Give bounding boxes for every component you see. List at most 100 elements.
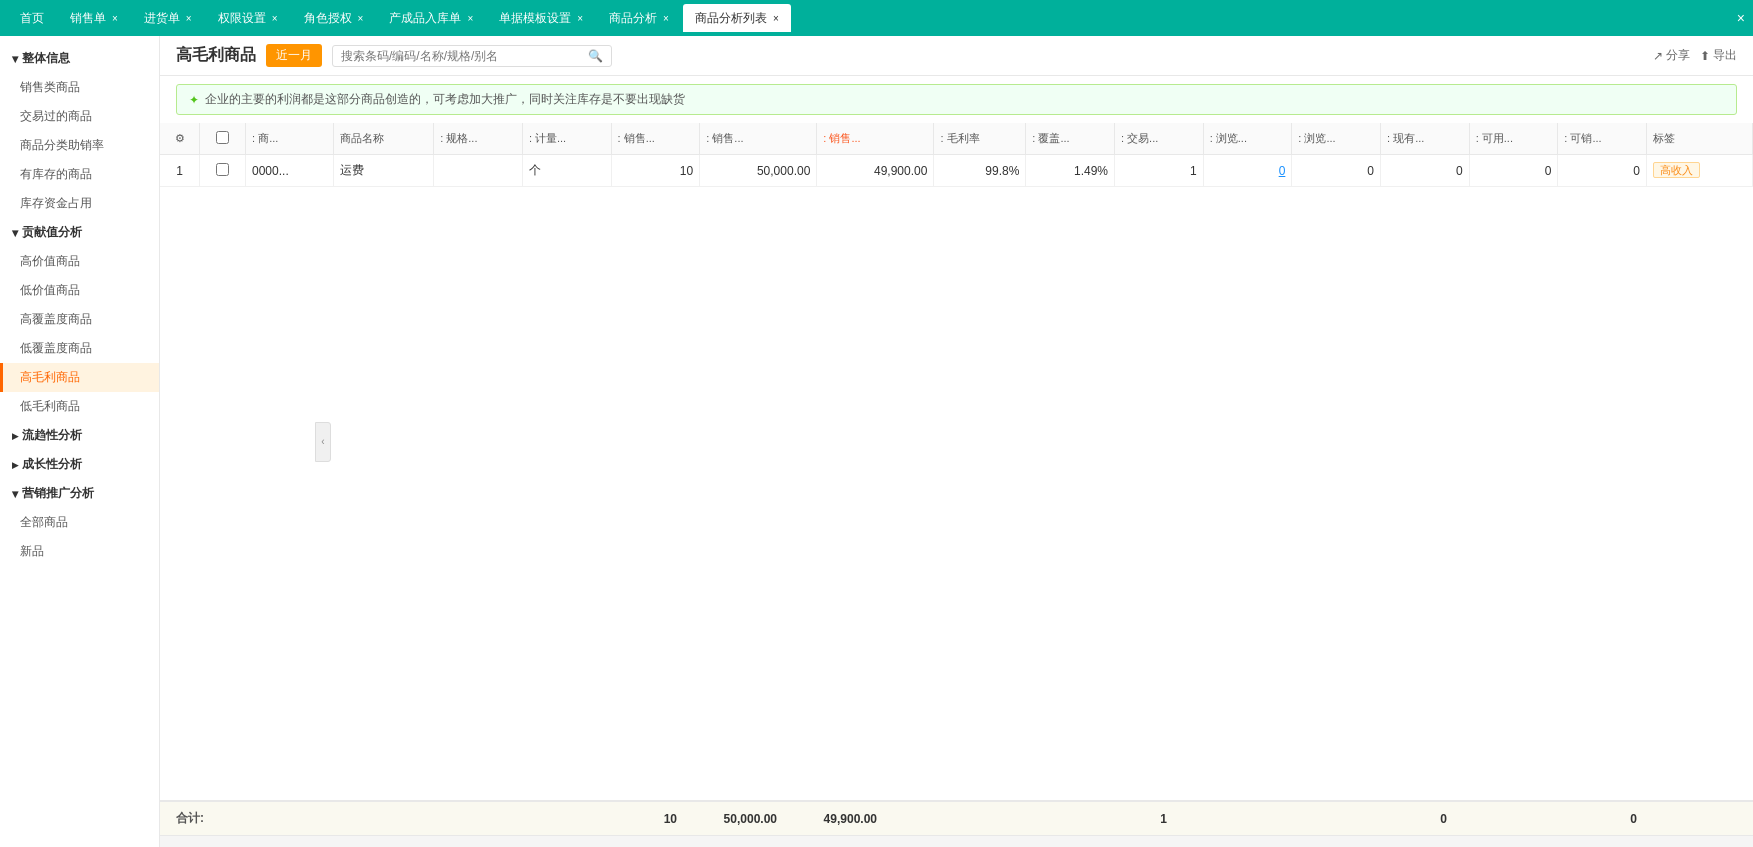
col-sales-amount: : 销售... (700, 123, 817, 155)
tab-finished-goods[interactable]: 产成品入库单 × (377, 4, 485, 32)
share-icon: ↗ (1653, 49, 1663, 63)
close-tab-finished[interactable]: × (467, 13, 473, 24)
cell-browse1[interactable]: 0 (1203, 155, 1292, 187)
top-navigation: 首页 销售单 × 进货单 × 权限设置 × 角色授权 × 产成品入库单 × 单据… (0, 0, 1753, 36)
period-button[interactable]: 近一月 (266, 44, 322, 67)
cell-available2: 0 (1469, 155, 1558, 187)
cell-browse2: 0 (1292, 155, 1381, 187)
footer-sales-amount: 50,000.00 (697, 812, 777, 826)
col-browse2: : 浏览... (1292, 123, 1381, 155)
col-settings[interactable]: ⚙ (160, 123, 200, 155)
tab-permission-settings[interactable]: 权限设置 × (206, 4, 290, 32)
close-tab-template[interactable]: × (577, 13, 583, 24)
col-browse1: : 浏览... (1203, 123, 1292, 155)
close-tab-analysis[interactable]: × (663, 13, 669, 24)
page-title: 高毛利商品 (176, 45, 256, 66)
sidebar-collapse-button[interactable]: ‹ (315, 422, 331, 462)
search-box: 🔍 (332, 45, 612, 67)
cell-name: 运费 (333, 155, 434, 187)
sidebar-item-in-stock[interactable]: 有库存的商品 (0, 160, 159, 189)
close-all-button[interactable]: × (1737, 10, 1745, 26)
cell-sales-profit: 49,900.00 (817, 155, 934, 187)
info-icon: ✦ (189, 93, 199, 107)
tab-sales-order[interactable]: 销售单 × (58, 4, 130, 32)
col-gross-rate: : 毛利率 (934, 123, 1026, 155)
footer-sales-profit: 49,900.00 (797, 812, 877, 826)
select-all-checkbox[interactable] (216, 131, 229, 144)
sidebar-item-low-value[interactable]: 低价值商品 (0, 276, 159, 305)
horizontal-scrollbar[interactable] (160, 835, 1753, 847)
main-layout: ▾ 整体信息 销售类商品 交易过的商品 商品分类助销率 有库存的商品 库存资金占… (0, 36, 1753, 847)
col-available1: : 现有... (1381, 123, 1470, 155)
tab-analysis-list[interactable]: 商品分析列表 × (683, 4, 791, 32)
tab-template-settings[interactable]: 单据模板设置 × (487, 4, 595, 32)
sidebar-item-low-margin[interactable]: 低毛利商品 (0, 392, 159, 421)
sidebar-item-high-coverage[interactable]: 高覆盖度商品 (0, 305, 159, 334)
close-tab-analysis-list[interactable]: × (773, 13, 779, 24)
col-coverage: : 覆盖... (1026, 123, 1115, 155)
tab-product-analysis[interactable]: 商品分析 × (597, 4, 681, 32)
sidebar-group-growth[interactable]: ▸ 成长性分析 (0, 450, 159, 479)
footer-available1: 0 (1367, 812, 1447, 826)
tab-home[interactable]: 首页 (8, 4, 56, 32)
cell-spec (434, 155, 523, 187)
col-code: : 商... (246, 123, 334, 155)
sidebar-group-trend[interactable]: ▸ 流趋性分析 (0, 421, 159, 450)
col-unit: : 计量... (522, 123, 611, 155)
sidebar-group-contribution[interactable]: ▾ 贡献值分析 (0, 218, 159, 247)
col-sales-qty: : 销售... (611, 123, 700, 155)
footer-sales-qty: 10 (597, 812, 677, 826)
col-available2: : 可用... (1469, 123, 1558, 155)
sidebar-item-high-margin[interactable]: 高毛利商品 (0, 363, 159, 392)
cell-sales-qty: 10 (611, 155, 700, 187)
cell-gross-rate: 99.8% (934, 155, 1026, 187)
chevron-right-icon-2: ▸ (12, 458, 18, 472)
col-tag: 标签 (1647, 123, 1753, 155)
sidebar-item-high-value[interactable]: 高价值商品 (0, 247, 159, 276)
close-tab-purchase[interactable]: × (186, 13, 192, 24)
col-sellable: : 可销... (1558, 123, 1647, 155)
sidebar-item-stock-capital[interactable]: 库存资金占用 (0, 189, 159, 218)
row-checkbox[interactable] (216, 163, 229, 176)
col-name: 商品名称 (333, 123, 434, 155)
table-header-row: ⚙ : 商... 商品名称 : 规格... : 计量... : 销售... : … (160, 123, 1753, 155)
chevron-down-icon-3: ▾ (12, 487, 18, 501)
sidebar-group-marketing[interactable]: ▾ 营销推广分析 (0, 479, 159, 508)
tab-purchase-order[interactable]: 进货单 × (132, 4, 204, 32)
sidebar-item-sales-products[interactable]: 销售类商品 (0, 73, 159, 102)
info-text: 企业的主要的利润都是这部分商品创造的，可考虑加大推广，同时关注库存是不要出现缺货 (205, 91, 685, 108)
sidebar-item-all-products[interactable]: 全部商品 (0, 508, 159, 537)
close-tab-sales[interactable]: × (112, 13, 118, 24)
sidebar-item-category-assist[interactable]: 商品分类助销率 (0, 131, 159, 160)
chevron-down-icon: ▾ (12, 52, 18, 66)
chevron-down-icon-2: ▾ (12, 226, 18, 240)
header-actions: ↗ 分享 ⬆ 导出 (1653, 47, 1737, 64)
sidebar-item-low-coverage[interactable]: 低覆盖度商品 (0, 334, 159, 363)
close-tab-permission[interactable]: × (272, 13, 278, 24)
export-icon: ⬆ (1700, 49, 1710, 63)
export-button[interactable]: ⬆ 导出 (1700, 47, 1737, 64)
search-icon[interactable]: 🔍 (588, 49, 603, 63)
tab-role-auth[interactable]: 角色授权 × (292, 4, 376, 32)
cell-code: 0000... (246, 155, 334, 187)
sidebar-item-traded-products[interactable]: 交易过的商品 (0, 102, 159, 131)
cell-tag: 高收入 (1647, 155, 1753, 187)
cell-available1: 0 (1381, 155, 1470, 187)
col-spec: : 规格... (434, 123, 523, 155)
close-tab-role[interactable]: × (358, 13, 364, 24)
col-transactions: : 交易... (1115, 123, 1204, 155)
share-button[interactable]: ↗ 分享 (1653, 47, 1690, 64)
cell-seq: 1 (160, 155, 200, 187)
col-sales-profit: : 销售... (817, 123, 934, 155)
footer-sellable: 0 (1557, 812, 1637, 826)
content-header: 高毛利商品 近一月 🔍 ↗ 分享 ⬆ 导出 (160, 36, 1753, 76)
search-input[interactable] (341, 49, 584, 63)
cell-coverage: 1.49% (1026, 155, 1115, 187)
total-label: 合计: (176, 810, 204, 827)
col-checkbox[interactable] (200, 123, 246, 155)
cell-unit: 个 (522, 155, 611, 187)
cell-sellable: 0 (1558, 155, 1647, 187)
sidebar-item-new-products[interactable]: 新品 (0, 537, 159, 566)
sidebar-group-overall[interactable]: ▾ 整体信息 (0, 44, 159, 73)
cell-checkbox[interactable] (200, 155, 246, 187)
